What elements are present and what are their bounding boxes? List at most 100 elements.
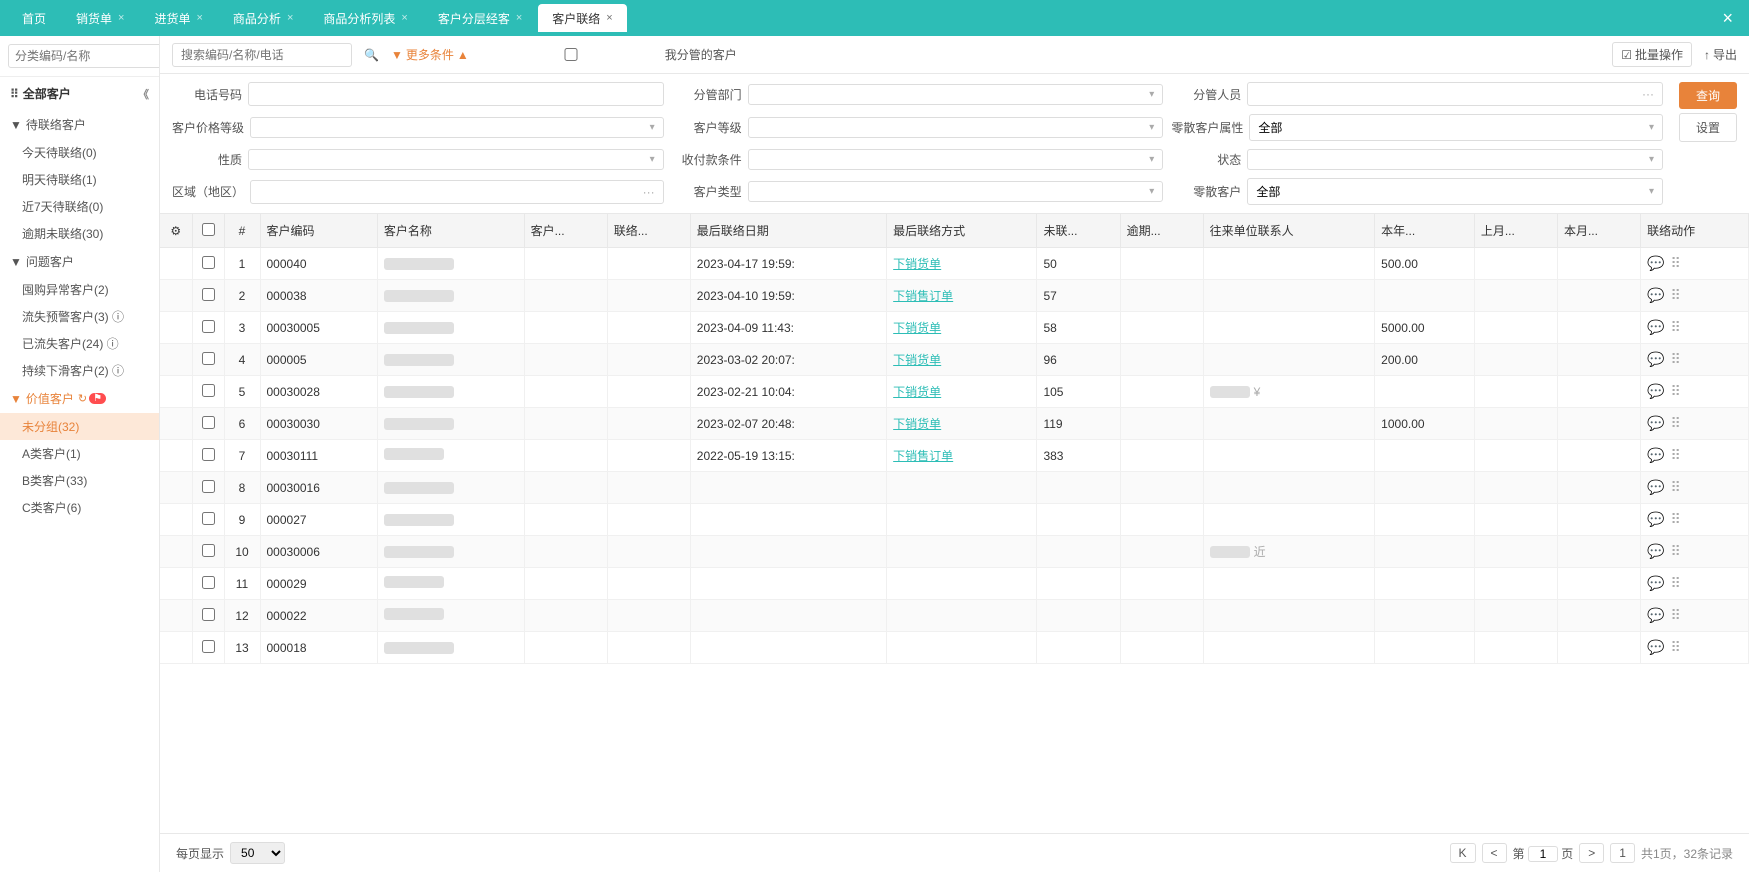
message-icon[interactable]: 💬 (1647, 415, 1664, 432)
row-checkbox[interactable] (202, 640, 215, 653)
churn-warning-item[interactable]: 流失预警客户(3) ⓘ (0, 303, 159, 330)
row-checkbox[interactable] (202, 352, 215, 365)
dept-select[interactable]: ▾ (748, 84, 1164, 105)
class-b-item[interactable]: B类客户(33) (0, 467, 159, 494)
grid-action-icon[interactable]: ⠿ (1671, 351, 1681, 368)
status-select[interactable]: ▾ (1247, 149, 1663, 170)
collapse-icon[interactable]: 《 (138, 86, 149, 102)
grid-action-icon[interactable]: ⠿ (1671, 255, 1681, 272)
row-checkbox[interactable] (202, 512, 215, 525)
sidebar-search-input[interactable] (8, 44, 160, 68)
query-button[interactable]: 查询 (1679, 82, 1737, 109)
tab-product-analysis[interactable]: 商品分析 × (219, 4, 307, 32)
ungrouped-item[interactable]: 未分组(32) (0, 413, 159, 440)
row-checkbox[interactable] (202, 448, 215, 461)
row-checkbox[interactable] (202, 256, 215, 269)
tab-product-analysis-list[interactable]: 商品分析列表 × (309, 4, 421, 32)
declining-item[interactable]: 持续下滑客户(2) ⓘ (0, 357, 159, 384)
window-close-button[interactable]: × (1714, 8, 1741, 29)
grid-action-icon[interactable]: ⠿ (1671, 287, 1681, 304)
message-icon[interactable]: 💬 (1647, 607, 1664, 624)
more-conditions-btn[interactable]: ▼ 更多条件 ▲ (391, 46, 469, 63)
close-customer-contact-tab[interactable]: × (606, 12, 612, 24)
class-a-item[interactable]: A类客户(1) (0, 440, 159, 467)
close-product-analysis-list-tab[interactable]: × (401, 12, 407, 24)
col-contact-header[interactable]: 联络... (607, 214, 690, 248)
message-icon[interactable]: 💬 (1647, 479, 1664, 496)
contact-way-link[interactable]: 下销货单 (893, 321, 941, 335)
week-pending-item[interactable]: 近7天待联络(0) (0, 193, 159, 220)
grid-action-icon[interactable]: ⠿ (1671, 575, 1681, 592)
contact-way-link[interactable]: 下销货单 (893, 353, 941, 367)
col-last-date-header[interactable]: 最后联络日期 (690, 214, 886, 248)
contact-way-link[interactable]: 下销货单 (893, 385, 941, 399)
row-checkbox[interactable] (202, 544, 215, 557)
message-icon[interactable]: 💬 (1647, 383, 1664, 400)
next-page-btn[interactable]: > (1579, 843, 1604, 863)
grid-action-icon[interactable]: ⠿ (1671, 607, 1681, 624)
message-icon[interactable]: 💬 (1647, 511, 1664, 528)
select-all-checkbox[interactable] (202, 223, 215, 236)
first-page-btn[interactable]: K (1450, 843, 1476, 863)
tab-customer-contact[interactable]: 客户联络 × (538, 4, 626, 32)
close-purchase-tab[interactable]: × (196, 12, 202, 24)
grid-action-icon[interactable]: ⠿ (1671, 639, 1681, 656)
message-icon[interactable]: 💬 (1647, 319, 1664, 336)
tab-home[interactable]: 首页 (8, 4, 60, 32)
class-c-item[interactable]: C类客户(6) (0, 494, 159, 521)
close-sales-tab[interactable]: × (118, 12, 124, 24)
filter-search-icon[interactable]: 🔍 (364, 48, 379, 62)
contact-way-link[interactable]: 下销货单 (893, 417, 941, 431)
overdue-pending-item[interactable]: 逾期未联络(30) (0, 220, 159, 247)
message-icon[interactable]: 💬 (1647, 639, 1664, 656)
col-name-header[interactable]: 客户名称 (377, 214, 524, 248)
col-type-header[interactable]: 客户... (524, 214, 607, 248)
close-product-analysis-tab[interactable]: × (287, 12, 293, 24)
batch-operation-btn[interactable]: ☑ 批量操作 (1612, 42, 1692, 67)
reset-button[interactable]: 设置 (1679, 113, 1737, 142)
retail-attr-select[interactable]: 全部 ▾ (1249, 114, 1663, 141)
grid-action-icon[interactable]: ⠿ (1671, 319, 1681, 336)
nature-select[interactable]: ▾ (248, 149, 664, 170)
per-page-select[interactable]: 50 20 100 (230, 842, 285, 864)
grid-action-icon[interactable]: ⠿ (1671, 415, 1681, 432)
export-btn[interactable]: ↑ 导出 (1704, 46, 1737, 63)
region-select[interactable]: ··· (250, 180, 664, 204)
message-icon[interactable]: 💬 (1647, 447, 1664, 464)
row-checkbox[interactable] (202, 576, 215, 589)
row-checkbox[interactable] (202, 608, 215, 621)
phone-input[interactable] (248, 82, 664, 106)
grid-action-icon[interactable]: ⠿ (1671, 479, 1681, 496)
grid-action-icon[interactable]: ⠿ (1671, 543, 1681, 560)
tab-customer-segment[interactable]: 客户分层经客 × (424, 4, 536, 32)
tab-sales[interactable]: 销货单 × (62, 4, 138, 32)
all-customers-header[interactable]: ⠿ 全部客户 《 (0, 77, 159, 110)
message-icon[interactable]: 💬 (1647, 543, 1664, 560)
payment-select[interactable]: ▾ (748, 149, 1164, 170)
tab-purchase[interactable]: 进货单 × (140, 4, 216, 32)
tomorrow-pending-item[interactable]: 明天待联络(1) (0, 166, 159, 193)
refresh-icon[interactable]: ↻ (78, 392, 87, 405)
col-code-header[interactable]: 客户编码 (260, 214, 377, 248)
pending-customers-group[interactable]: ▼ 待联络客户 (0, 110, 159, 139)
col-settings[interactable]: ⚙ (160, 214, 192, 248)
retail-customer-select[interactable]: 全部 ▾ (1247, 178, 1663, 205)
message-icon[interactable]: 💬 (1647, 287, 1664, 304)
manager-select[interactable]: ··· (1247, 82, 1663, 106)
col-this-month-header[interactable]: 本月... (1557, 214, 1640, 248)
prev-page-btn[interactable]: < (1482, 843, 1507, 863)
row-checkbox[interactable] (202, 320, 215, 333)
message-icon[interactable]: 💬 (1647, 575, 1664, 592)
grid-action-icon[interactable]: ⠿ (1671, 383, 1681, 400)
last-page-btn[interactable]: 1 (1610, 843, 1635, 863)
row-checkbox[interactable] (202, 416, 215, 429)
col-this-year-header[interactable]: 本年... (1375, 214, 1475, 248)
col-not-contacted-header[interactable]: 未联... (1037, 214, 1120, 248)
contact-way-link[interactable]: 下销售订单 (893, 449, 953, 463)
row-checkbox[interactable] (202, 480, 215, 493)
page-number-input[interactable] (1528, 846, 1558, 862)
close-customer-segment-tab[interactable]: × (516, 12, 522, 24)
message-icon[interactable]: 💬 (1647, 351, 1664, 368)
customer-type-select[interactable]: ▾ (748, 181, 1164, 202)
row-checkbox[interactable] (202, 384, 215, 397)
